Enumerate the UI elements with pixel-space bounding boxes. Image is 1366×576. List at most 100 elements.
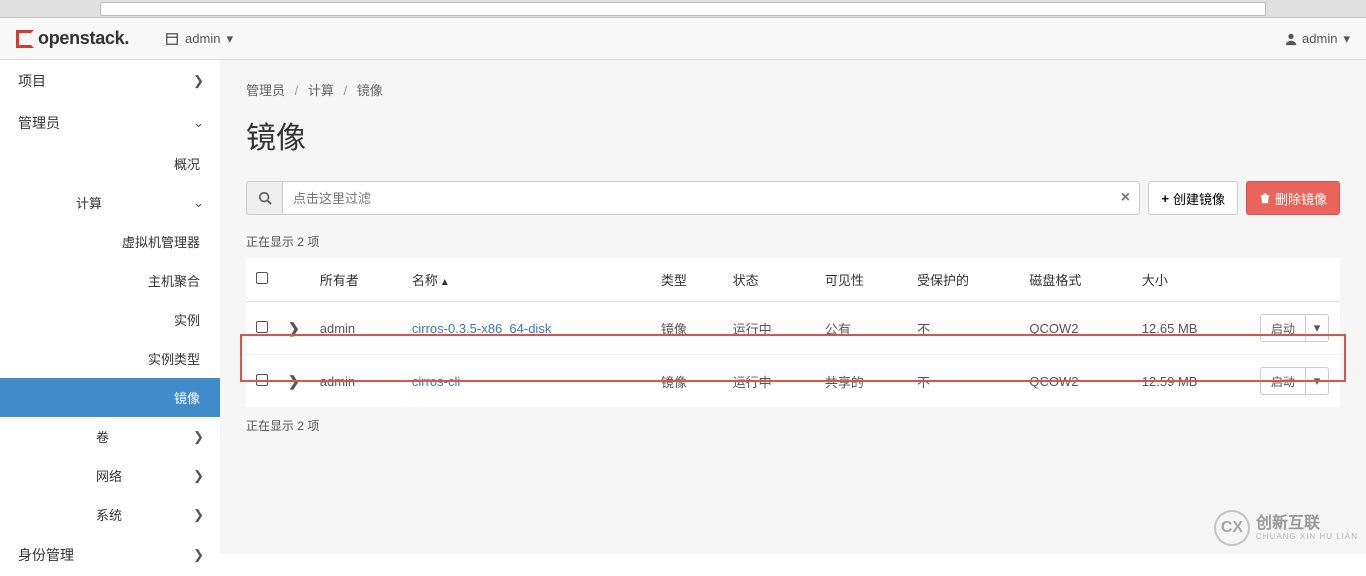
project-selector[interactable]: admin ▾ bbox=[155, 27, 243, 51]
clear-filter-button[interactable]: × bbox=[1111, 182, 1139, 214]
expand-column-header bbox=[278, 258, 310, 302]
search-button[interactable] bbox=[247, 182, 283, 214]
chevron-right-icon: ❯ bbox=[193, 547, 204, 563]
sidebar-item-host-aggregates[interactable]: 主机聚合 bbox=[0, 261, 220, 300]
table-row: ❯ admin cirros-cli 镜像 运行中 共享的 不 QCOW2 12… bbox=[246, 355, 1340, 408]
column-header-visibility[interactable]: 可见性 bbox=[815, 258, 907, 302]
watermark-icon: CX bbox=[1214, 510, 1250, 546]
create-image-button[interactable]: + 创建镜像 bbox=[1148, 181, 1238, 215]
search-icon bbox=[258, 191, 272, 205]
row-checkbox[interactable] bbox=[256, 374, 268, 386]
image-name-link[interactable]: cirros-0.3.5-x86_64-disk bbox=[412, 321, 551, 336]
sidebar-item-project[interactable]: 项目 ❯ bbox=[0, 60, 220, 102]
launch-button[interactable]: 启动 bbox=[1261, 368, 1306, 394]
chevron-right-icon: ❯ bbox=[193, 468, 204, 484]
column-header-actions bbox=[1250, 258, 1340, 302]
row-actions: 启动 ▾ bbox=[1260, 314, 1329, 342]
filter-toolbar: × + 创建镜像 删除镜像 bbox=[246, 181, 1340, 215]
breadcrumb-item-current: 镜像 bbox=[357, 83, 383, 98]
sidebar-item-overview[interactable]: 概况 bbox=[0, 144, 220, 183]
breadcrumb-item[interactable]: 管理员 bbox=[246, 83, 285, 98]
sidebar-item-admin[interactable]: 管理员 ⌄ bbox=[0, 102, 220, 144]
sidebar-item-network[interactable]: 网络 ❯ bbox=[0, 456, 220, 495]
sidebar-item-label: 镜像 bbox=[174, 388, 200, 407]
sidebar-item-label: 管理员 bbox=[18, 113, 60, 133]
column-header-type[interactable]: 类型 bbox=[651, 258, 723, 302]
sidebar-item-images[interactable]: 镜像 bbox=[0, 378, 220, 417]
browser-url-field[interactable] bbox=[100, 2, 1266, 16]
chevron-down-icon: ⌄ bbox=[193, 115, 204, 131]
sidebar-item-hypervisors[interactable]: 虚拟机管理器 bbox=[0, 222, 220, 261]
column-header-owner[interactable]: 所有者 bbox=[310, 258, 402, 302]
images-table: 所有者 名称▲ 类型 状态 可见性 受保护的 磁盘格式 大小 bbox=[246, 258, 1340, 407]
breadcrumb-separator: / bbox=[344, 83, 348, 98]
sidebar-item-label: 虚拟机管理器 bbox=[122, 232, 200, 251]
sidebar-item-label: 网络 bbox=[96, 466, 122, 485]
delete-image-button[interactable]: 删除镜像 bbox=[1246, 181, 1340, 215]
caret-down-icon: ▾ bbox=[1314, 320, 1321, 336]
sidebar-item-label: 卷 bbox=[96, 427, 109, 446]
breadcrumb: 管理员 / 计算 / 镜像 bbox=[246, 80, 1340, 99]
column-header-name[interactable]: 名称▲ bbox=[402, 258, 651, 302]
sidebar-item-instances[interactable]: 实例 bbox=[0, 300, 220, 339]
sidebar-item-compute[interactable]: 计算 ⌄ bbox=[0, 183, 220, 222]
filter-input-group: × bbox=[246, 181, 1140, 215]
trash-icon bbox=[1259, 192, 1271, 204]
openstack-logo[interactable]: openstack. bbox=[16, 28, 129, 49]
column-header-size[interactable]: 大小 bbox=[1132, 258, 1250, 302]
row-actions-dropdown[interactable]: ▾ bbox=[1306, 315, 1328, 341]
openstack-logo-icon bbox=[16, 30, 34, 48]
chevron-right-icon: ❯ bbox=[193, 73, 204, 89]
table-row: ❯ admin cirros-0.3.5-x86_64-disk 镜像 运行中 … bbox=[246, 302, 1340, 355]
column-header-format[interactable]: 磁盘格式 bbox=[1019, 258, 1131, 302]
plus-icon: + bbox=[1161, 191, 1169, 206]
project-icon bbox=[165, 32, 179, 46]
cell-protected: 不 bbox=[907, 355, 1019, 408]
breadcrumb-separator: / bbox=[295, 83, 299, 98]
top-navbar: openstack. admin ▾ admin ▾ bbox=[0, 18, 1366, 60]
caret-down-icon: ▾ bbox=[1343, 31, 1350, 47]
row-checkbox[interactable] bbox=[256, 321, 268, 333]
column-header-protected[interactable]: 受保护的 bbox=[907, 258, 1019, 302]
watermark-text: 创新互联 bbox=[1256, 516, 1358, 532]
chevron-right-icon: ❯ bbox=[193, 429, 204, 445]
cell-type: 镜像 bbox=[651, 355, 723, 408]
user-menu[interactable]: admin ▾ bbox=[1284, 31, 1350, 47]
cell-size: 12.59 MB bbox=[1132, 355, 1250, 408]
cell-format: QCOW2 bbox=[1019, 355, 1131, 408]
page-title: 镜像 bbox=[246, 113, 1340, 157]
cell-status: 运行中 bbox=[723, 355, 815, 408]
sidebar-item-flavors[interactable]: 实例类型 bbox=[0, 339, 220, 378]
user-menu-label: admin bbox=[1302, 31, 1337, 46]
launch-button[interactable]: 启动 bbox=[1261, 315, 1306, 341]
chevron-right-icon: ❯ bbox=[193, 507, 204, 523]
row-actions: 启动 ▾ bbox=[1260, 367, 1329, 395]
sidebar-item-label: 身份管理 bbox=[18, 545, 74, 565]
watermark-subtext: CHUANG XIN HU LIAN bbox=[1256, 532, 1358, 541]
sidebar-item-label: 系统 bbox=[96, 505, 122, 524]
item-count-bottom: 正在显示 2 项 bbox=[246, 407, 1340, 434]
main-content: 管理员 / 计算 / 镜像 镜像 × + bbox=[220, 60, 1366, 554]
cell-visibility: 共享的 bbox=[815, 355, 907, 408]
expand-row-icon[interactable]: ❯ bbox=[288, 320, 300, 337]
image-name-link[interactable]: cirros-cli bbox=[412, 374, 460, 389]
sidebar-item-volumes[interactable]: 卷 ❯ bbox=[0, 417, 220, 456]
sidebar-item-label: 主机聚合 bbox=[148, 271, 200, 290]
sort-ascending-icon: ▲ bbox=[440, 277, 450, 288]
sidebar-item-label: 实例类型 bbox=[148, 349, 200, 368]
cell-owner: admin bbox=[310, 355, 402, 408]
sidebar-item-system[interactable]: 系统 ❯ bbox=[0, 495, 220, 534]
column-header-status[interactable]: 状态 bbox=[723, 258, 815, 302]
item-count-top: 正在显示 2 项 bbox=[246, 233, 1340, 250]
sidebar-item-label: 概况 bbox=[174, 154, 200, 173]
select-all-checkbox[interactable] bbox=[256, 272, 268, 284]
browser-address-bar bbox=[0, 0, 1366, 18]
sidebar-item-identity[interactable]: 身份管理 ❯ bbox=[0, 534, 220, 576]
row-actions-dropdown[interactable]: ▾ bbox=[1306, 368, 1328, 394]
sidebar-item-label: 实例 bbox=[174, 310, 200, 329]
filter-input[interactable] bbox=[283, 182, 1111, 214]
button-label: 创建镜像 bbox=[1173, 189, 1225, 208]
expand-row-icon[interactable]: ❯ bbox=[288, 373, 300, 390]
breadcrumb-item[interactable]: 计算 bbox=[308, 83, 334, 98]
caret-down-icon: ▾ bbox=[1314, 373, 1321, 389]
